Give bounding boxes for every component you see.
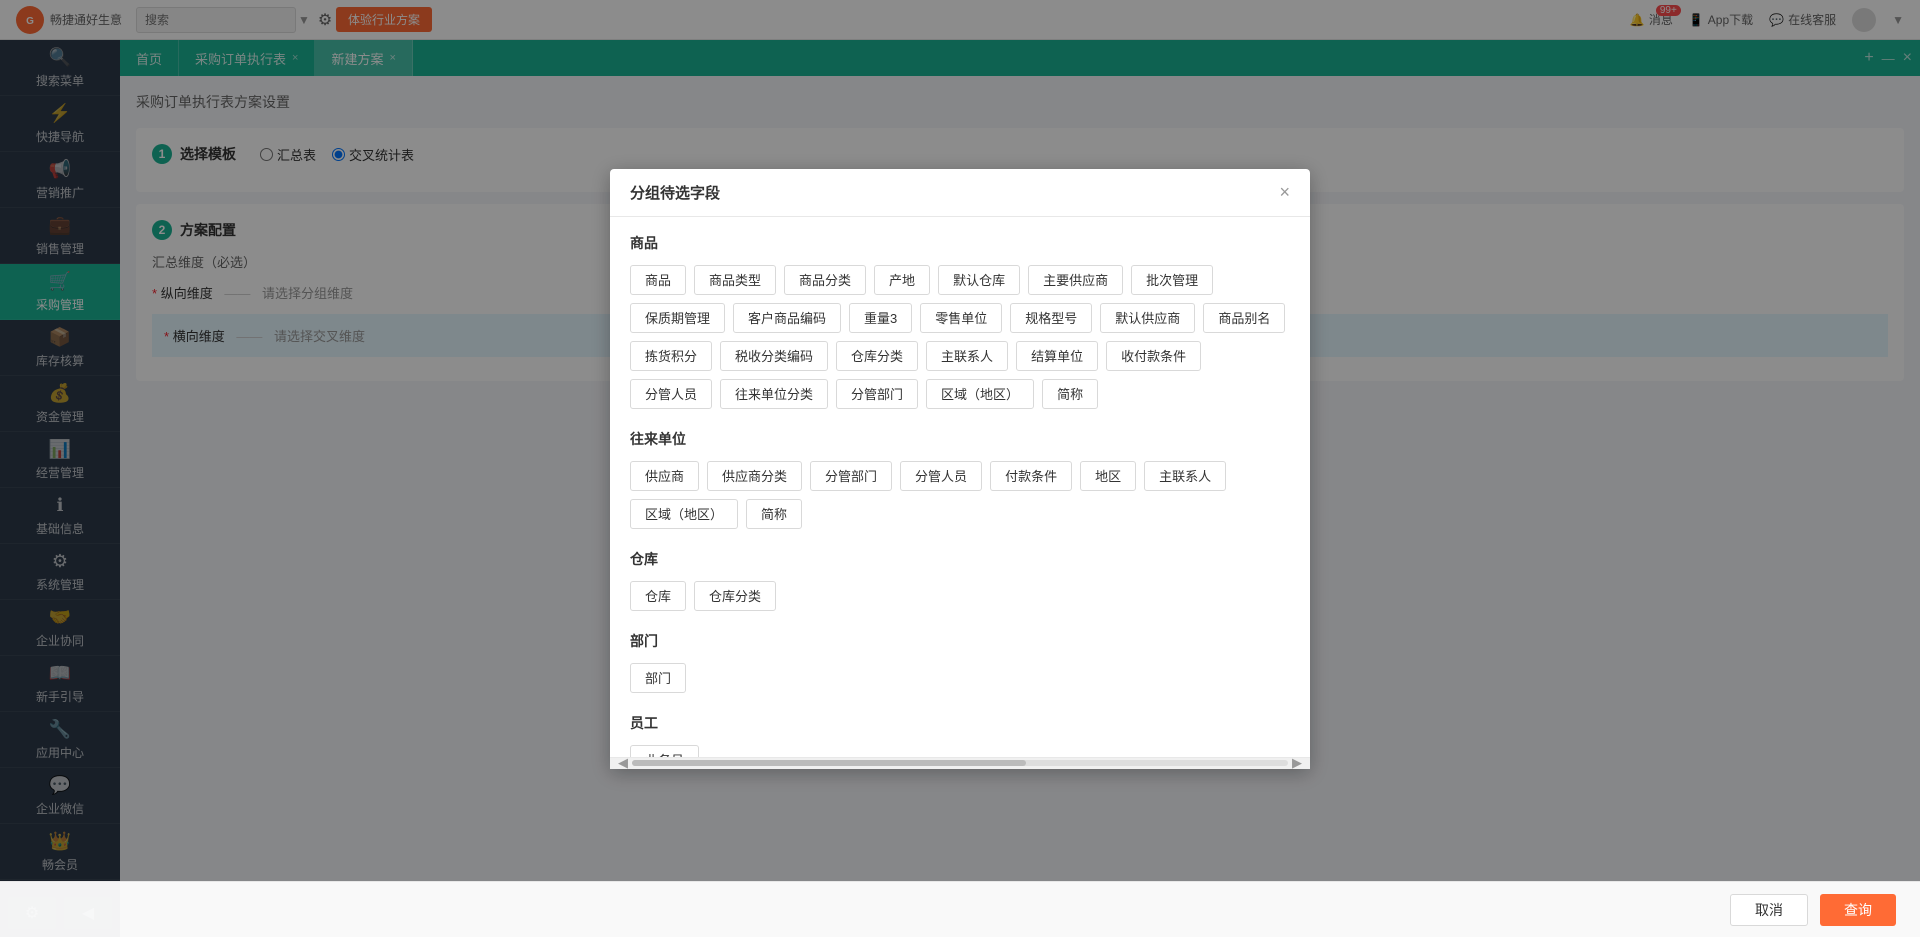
field-tag[interactable]: 仓库分类 <box>694 581 776 611</box>
field-tag[interactable]: 默认供应商 <box>1100 303 1195 333</box>
field-tag[interactable]: 主要供应商 <box>1028 265 1123 295</box>
scrollbar-track <box>632 760 1288 766</box>
field-tag[interactable]: 商品 <box>630 265 686 295</box>
warehouse-fields: 仓库 仓库分类 <box>630 581 1290 611</box>
scroll-right-arrow[interactable]: ▶ <box>1288 755 1306 771</box>
field-tag[interactable]: 规格型号 <box>1010 303 1092 333</box>
modal-body: 商品 商品 商品类型 商品分类 产地 默认仓库 主要供应商 批次管理 保质期管理… <box>610 217 1310 757</box>
modal-title: 分组待选字段 <box>630 182 720 203</box>
field-tag[interactable]: 保质期管理 <box>630 303 725 333</box>
modal-close-button[interactable]: × <box>1279 183 1290 201</box>
modal-footer: 取消 查询 <box>0 881 1920 937</box>
section-employee-title: 员工 <box>630 713 1290 733</box>
field-tag[interactable]: 重量3 <box>849 303 912 333</box>
field-tag[interactable]: 供应商分类 <box>707 461 802 491</box>
field-tag[interactable]: 主联系人 <box>926 341 1008 371</box>
product-fields: 商品 商品类型 商品分类 产地 默认仓库 主要供应商 批次管理 保质期管理 客户… <box>630 265 1290 409</box>
field-tag[interactable]: 往来单位分类 <box>720 379 828 409</box>
field-tag[interactable]: 客户商品编码 <box>733 303 841 333</box>
field-tag[interactable]: 分管人员 <box>900 461 982 491</box>
field-tag[interactable]: 区域（地区） <box>630 499 738 529</box>
scroll-left-arrow[interactable]: ◀ <box>614 755 632 771</box>
modal-horizontal-scrollbar[interactable]: ◀ ▶ <box>610 757 1310 769</box>
partner-fields: 供应商 供应商分类 分管部门 分管人员 付款条件 地区 主联系人 区域（地区） … <box>630 461 1290 529</box>
field-tag[interactable]: 默认仓库 <box>938 265 1020 295</box>
field-tag[interactable]: 零售单位 <box>920 303 1002 333</box>
field-tag[interactable]: 简称 <box>746 499 802 529</box>
modal-header: 分组待选字段 × <box>610 169 1310 217</box>
field-tag[interactable]: 分管部门 <box>810 461 892 491</box>
field-tag[interactable]: 批次管理 <box>1131 265 1213 295</box>
modal-dialog: 分组待选字段 × 商品 商品 商品类型 商品分类 产地 默认仓库 主要供应商 批… <box>610 169 1310 769</box>
field-tag[interactable]: 结算单位 <box>1016 341 1098 371</box>
section-product-title: 商品 <box>630 233 1290 253</box>
section-partner: 往来单位 供应商 供应商分类 分管部门 分管人员 付款条件 地区 主联系人 区域… <box>630 429 1290 529</box>
section-warehouse-title: 仓库 <box>630 549 1290 569</box>
field-tag[interactable]: 主联系人 <box>1144 461 1226 491</box>
field-tag[interactable]: 拣货积分 <box>630 341 712 371</box>
section-department-title: 部门 <box>630 631 1290 651</box>
employee-fields: 业务员 <box>630 745 1290 757</box>
field-tag[interactable]: 地区 <box>1080 461 1136 491</box>
section-product: 商品 商品 商品类型 商品分类 产地 默认仓库 主要供应商 批次管理 保质期管理… <box>630 233 1290 409</box>
field-tag[interactable]: 收付款条件 <box>1106 341 1201 371</box>
section-employee: 员工 业务员 <box>630 713 1290 757</box>
field-tag[interactable]: 税收分类编码 <box>720 341 828 371</box>
field-tag[interactable]: 商品分类 <box>784 265 866 295</box>
field-tag[interactable]: 商品类型 <box>694 265 776 295</box>
field-tag[interactable]: 业务员 <box>630 745 699 757</box>
department-fields: 部门 <box>630 663 1290 693</box>
confirm-button[interactable]: 查询 <box>1820 894 1896 926</box>
field-tag[interactable]: 产地 <box>874 265 930 295</box>
cancel-button[interactable]: 取消 <box>1730 894 1808 926</box>
field-tag[interactable]: 付款条件 <box>990 461 1072 491</box>
section-warehouse: 仓库 仓库 仓库分类 <box>630 549 1290 611</box>
modal-overlay: 分组待选字段 × 商品 商品 商品类型 商品分类 产地 默认仓库 主要供应商 批… <box>0 0 1920 937</box>
section-partner-title: 往来单位 <box>630 429 1290 449</box>
field-tag[interactable]: 仓库 <box>630 581 686 611</box>
field-tag[interactable]: 简称 <box>1042 379 1098 409</box>
field-tag[interactable]: 区域（地区） <box>926 379 1034 409</box>
scrollbar-thumb[interactable] <box>632 760 1026 766</box>
field-tag[interactable]: 商品别名 <box>1203 303 1285 333</box>
field-tag[interactable]: 仓库分类 <box>836 341 918 371</box>
field-tag[interactable]: 部门 <box>630 663 686 693</box>
field-tag[interactable]: 分管人员 <box>630 379 712 409</box>
section-department: 部门 部门 <box>630 631 1290 693</box>
field-tag[interactable]: 供应商 <box>630 461 699 491</box>
field-tag[interactable]: 分管部门 <box>836 379 918 409</box>
